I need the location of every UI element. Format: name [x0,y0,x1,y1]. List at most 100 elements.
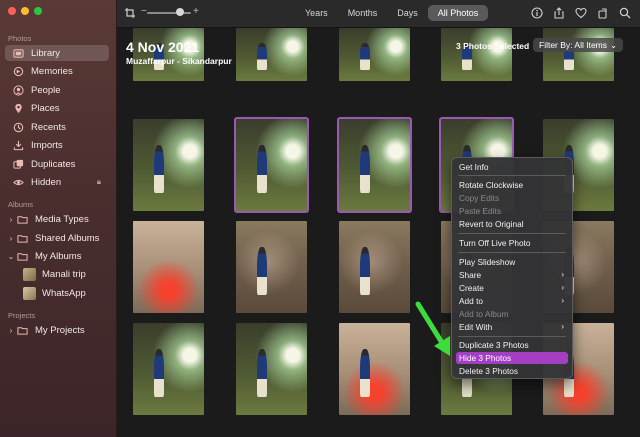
sidebar-item-label: WhatsApp [42,287,86,299]
memories-icon [11,64,25,78]
photo-thumbnail[interactable] [339,221,410,313]
close-window-button[interactable] [8,7,16,15]
search-icon[interactable] [618,6,632,20]
sidebar-item-label: Media Types [35,213,89,225]
photo-thumbnail[interactable] [543,28,614,81]
recents-icon [11,120,25,134]
sidebar-item-label: Duplicates [31,158,76,170]
filter-dropdown[interactable]: Filter By: All Items ⌄ [533,38,624,52]
menu-item-delete-photos[interactable]: Delete 3 Photos [456,365,568,377]
tab-all-photos[interactable]: All Photos [427,5,489,21]
folder-icon [15,231,29,245]
toolbar: − + Years Months Days All Photos [117,0,640,28]
sidebar-item-duplicates[interactable]: Duplicates [5,156,109,172]
sidebar-item-my-projects[interactable]: › My Projects [5,322,109,338]
photo-thumbnail-selected[interactable] [337,117,412,213]
sidebar-item-places[interactable]: Places [5,100,109,116]
photo-thumbnail[interactable] [339,28,410,81]
selection-count: 3 Photos Selected [456,41,530,51]
folder-icon [15,212,29,226]
tab-days[interactable]: Days [387,5,428,21]
sidebar-item-memories[interactable]: Memories [5,63,109,79]
chevron-right-icon[interactable]: › [7,234,15,243]
sidebar-item-label: Imports [31,139,63,151]
window-controls [8,7,42,15]
chevron-right-icon[interactable]: › [7,326,15,335]
menu-item-revert-to-original[interactable]: Revert to Original [456,218,568,230]
photo-thumbnail[interactable] [236,28,307,81]
menu-item-label: Create [459,283,484,293]
sidebar-item-library[interactable]: Library [5,45,109,61]
sidebar-item-people[interactable]: People [5,82,109,98]
photo-thumbnail[interactable] [133,323,204,415]
imports-icon [11,138,25,152]
photo-thumbnail[interactable] [236,323,307,415]
album-thumbnail [23,286,36,300]
menu-item-label: Share [459,270,482,280]
sidebar-item-label: Manali trip [42,268,86,280]
zoom-slider[interactable] [147,12,191,14]
chevron-right-icon: › [561,283,564,292]
menu-item-add-to-album[interactable]: Add to Album [456,308,568,320]
menu-item-copy-edits[interactable]: Copy Edits [456,192,568,204]
menu-item-hide-photos[interactable]: Hide 3 Photos [456,352,568,364]
sidebar-item-media-types[interactable]: › Media Types [5,211,109,227]
duplicates-icon [11,157,25,171]
menu-item-paste-edits[interactable]: Paste Edits [456,205,568,217]
zoom-out-icon[interactable]: − [141,6,147,17]
menu-item-play-slideshow[interactable]: Play Slideshow [456,256,568,268]
info-icon[interactable] [530,6,544,20]
menu-item-edit-with[interactable]: Edit With › [456,321,568,333]
sidebar-item-shared-albums[interactable]: › Shared Albums [5,230,109,246]
tab-months[interactable]: Months [338,5,388,21]
folder-icon [15,249,29,263]
photo-thumbnail[interactable] [441,28,512,81]
menu-item-duplicate-photos[interactable]: Duplicate 3 Photos [456,339,568,351]
minimize-window-button[interactable] [21,7,29,15]
sidebar-item-label: My Albums [35,250,82,262]
photos-section-label: Photos [8,34,32,43]
menu-item-rotate-clockwise[interactable]: Rotate Clockwise [456,179,568,191]
photo-thumbnail[interactable] [133,119,204,211]
albums-section-label: Albums [8,200,34,209]
chevron-down-icon: ⌄ [610,39,618,50]
share-icon[interactable] [552,6,566,20]
zoom-in-icon[interactable]: + [193,6,199,17]
folder-icon [15,323,29,337]
crop-icon[interactable] [123,6,137,20]
sidebar-item-label: Memories [31,65,73,77]
sidebar-item-label: People [31,84,61,96]
menu-item-turn-off-live-photo[interactable]: Turn Off Live Photo [456,237,568,249]
sidebar-item-whatsapp[interactable]: WhatsApp [5,285,109,301]
menu-item-get-info[interactable]: Get Info [456,161,568,173]
photo-thumbnail[interactable] [133,221,204,313]
people-icon [11,83,25,97]
favorite-icon[interactable] [574,6,588,20]
hidden-icon [11,175,25,189]
chevron-right-icon: › [561,322,564,331]
location-subtitle: Muzaffarpur - Sikandarpur [126,56,232,66]
sidebar-item-my-albums[interactable]: ⌄ My Albums [5,248,109,264]
chevron-down-icon[interactable]: ⌄ [7,252,15,261]
filter-label: Filter By: All Items [539,40,608,50]
sidebar-item-hidden[interactable]: Hidden 🔒︎ [5,174,109,190]
zoom-window-button[interactable] [34,7,42,15]
tab-years[interactable]: Years [295,5,338,21]
menu-item-create[interactable]: Create › [456,282,568,294]
menu-item-add-to[interactable]: Add to › [456,295,568,307]
zoom-slider-knob[interactable] [176,8,184,16]
places-icon [11,101,25,115]
rotate-icon[interactable] [596,6,610,20]
sidebar-item-label: Hidden [31,176,62,188]
photo-thumbnail-selected[interactable] [234,117,309,213]
sidebar-item-label: My Projects [35,324,85,336]
sidebar-item-manali-trip[interactable]: Manali trip [5,266,109,282]
annotation-arrow-icon [415,301,450,356]
menu-item-share[interactable]: Share › [456,269,568,281]
chevron-right-icon[interactable]: › [7,215,15,224]
menu-item-label: Edit With [459,322,493,332]
photo-thumbnail[interactable] [339,323,410,415]
photo-thumbnail[interactable] [236,221,307,313]
sidebar-item-recents[interactable]: Recents [5,119,109,135]
sidebar-item-imports[interactable]: Imports [5,137,109,153]
